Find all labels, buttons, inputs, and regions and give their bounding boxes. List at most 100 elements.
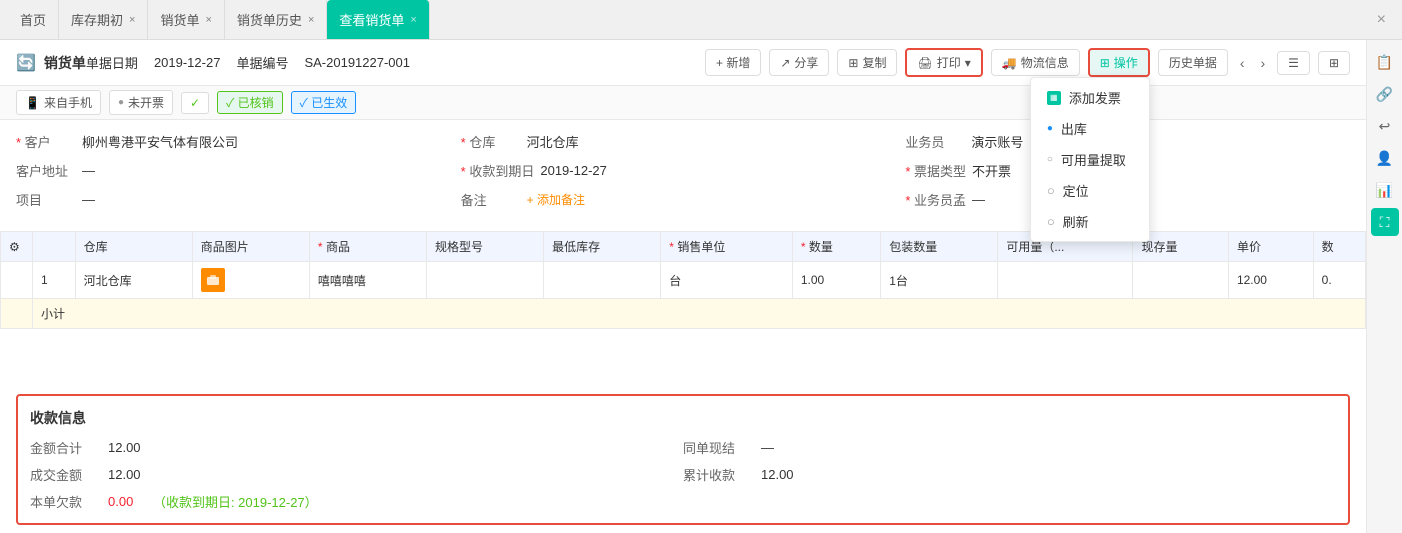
- verified-label: 已核销: [238, 96, 274, 110]
- sub-toolbar: 📱 来自手机 未开票 ✓ ✓ 已核销 ✓ 已生效: [0, 86, 1366, 120]
- dropdown-available-qty[interactable]: ○ 可用量提取: [1031, 144, 1149, 175]
- cell-qty: 1.00: [792, 262, 880, 299]
- sidebar-icon-3[interactable]: ↩: [1371, 112, 1399, 140]
- dropdown-outbound[interactable]: ● 出库: [1031, 113, 1149, 144]
- form-row-1: 客户 柳州粤港平安气体有限公司 仓库 河北仓库 业务员 演示账号: [16, 132, 1350, 151]
- share-icon: ↗: [780, 56, 790, 70]
- tab-inventory-start[interactable]: 库存期初 ×: [59, 0, 148, 39]
- dropdown-locate[interactable]: ○ 定位: [1031, 175, 1149, 206]
- tab-sales-label: 销货单: [160, 10, 199, 29]
- payment-panel: 收款信息 金额合计 12.00 同单现结 — 成交金额 12.00 累计收款 1…: [16, 394, 1350, 525]
- cell-price: 12.00: [1228, 262, 1313, 299]
- sidebar-icon-expand[interactable]: ⛶: [1371, 208, 1399, 236]
- col-unit: 销售单位: [661, 232, 793, 262]
- address-value: —: [82, 163, 95, 178]
- logistics-button[interactable]: 🚚 物流信息: [991, 49, 1080, 76]
- not-opened-label: 未开票: [128, 94, 164, 111]
- deal-amount-value: 12.00: [108, 467, 141, 482]
- tab-history-close[interactable]: ×: [308, 14, 314, 26]
- view-grid-button[interactable]: ⊞: [1318, 51, 1350, 75]
- cell-product-img: [192, 262, 309, 299]
- sidebar-icon-1[interactable]: 📋: [1371, 48, 1399, 76]
- col-seq: [33, 232, 76, 262]
- cell-pack-qty: 1台: [881, 262, 998, 299]
- view-list-button[interactable]: ☰: [1277, 51, 1310, 75]
- cell-settings: [1, 262, 33, 299]
- sidebar-icon-4[interactable]: 👤: [1371, 144, 1399, 172]
- col-pack-qty: 包装数量: [881, 232, 998, 262]
- data-table: ⚙ 仓库 商品图片 商品 规格型号 最低库存 销售单位 数量 包装数量 可用量（…: [0, 231, 1366, 329]
- from-mobile-button[interactable]: 📱 来自手机: [16, 90, 101, 115]
- col-warehouse: 仓库: [75, 232, 192, 262]
- balance-label: 本单欠款: [30, 492, 100, 511]
- print-button[interactable]: 🖨 打印 ▾: [905, 48, 982, 77]
- refresh-icon: ○: [1047, 214, 1055, 229]
- history-label: 历史单据: [1169, 54, 1217, 71]
- amount-value: 12.00: [108, 440, 141, 455]
- subtotal-label: 小计: [33, 299, 1366, 329]
- available-qty-label: 可用量提取: [1061, 150, 1126, 169]
- nav-next-icon[interactable]: ›: [1257, 55, 1270, 71]
- window-close-button[interactable]: ×: [1369, 11, 1394, 29]
- balance-due-note: （收款到期日: 2019-12-27）: [153, 492, 318, 511]
- deal-amount-field: 成交金额 12.00: [30, 465, 683, 484]
- sidebar-icon-2[interactable]: 🔗: [1371, 80, 1399, 108]
- amount-field: 金额合计 12.00: [30, 438, 683, 457]
- cumulative-value: 12.00: [761, 467, 794, 482]
- locate-icon: ○: [1047, 183, 1055, 198]
- right-sidebar: 📋 🔗 ↩ 👤 📊 ⛶: [1366, 40, 1402, 533]
- copy-label: 复制: [862, 54, 886, 71]
- tab-view-label: 查看销货单: [339, 10, 404, 29]
- new-button[interactable]: + 新增: [705, 49, 761, 76]
- share-button[interactable]: ↗ 分享: [769, 49, 829, 76]
- sidebar-icon-5[interactable]: 📊: [1371, 176, 1399, 204]
- doc-header: 🔄 销货单 单据日期 2019-12-27 单据编号 SA-20191227-0…: [0, 40, 1366, 86]
- cell-product: 嘻嘻嘻嘻: [309, 262, 426, 299]
- tab-history-label: 销货单历史: [237, 10, 302, 29]
- main-container: 🔄 销货单 单据日期 2019-12-27 单据编号 SA-20191227-0…: [0, 40, 1402, 533]
- tab-sales-close[interactable]: ×: [205, 14, 211, 26]
- balance-value: 0.00: [108, 494, 133, 509]
- dropdown-add-invoice[interactable]: ▦ 添加发票: [1031, 82, 1149, 113]
- tab-inventory-label: 库存期初: [71, 10, 123, 29]
- table-row: 1 河北仓库 嘻嘻嘻嘻: [1, 262, 1366, 299]
- not-opened-button[interactable]: 未开票: [109, 90, 173, 115]
- effective-icon: ✓: [300, 96, 308, 110]
- history-button[interactable]: 历史单据: [1158, 49, 1228, 76]
- balance-field: 本单欠款 0.00 （收款到期日: 2019-12-27）: [30, 492, 1336, 511]
- tab-view-sales[interactable]: 查看销货单 ×: [327, 0, 429, 39]
- copy-button[interactable]: ⊞ 复制: [837, 49, 897, 76]
- form-row-3: 项目 — 备注 + 添加备注 业务员孟 —: [16, 190, 1350, 209]
- table-container: ⚙ 仓库 商品图片 商品 规格型号 最低库存 销售单位 数量 包装数量 可用量（…: [0, 231, 1366, 386]
- check-icon-button[interactable]: ✓: [181, 92, 209, 114]
- dropdown-refresh[interactable]: ○ 刷新: [1031, 206, 1149, 237]
- toolbar-right: + 新增 ↗ 分享 ⊞ 复制 🖨 打印 ▾ 🚚 物流信息: [705, 48, 1350, 77]
- project-label: 项目: [16, 190, 76, 209]
- cell-warehouse: 河北仓库: [75, 262, 192, 299]
- ticket-type-label: 票据类型: [905, 161, 966, 180]
- nav-prev-icon[interactable]: ‹: [1236, 55, 1249, 71]
- operations-button[interactable]: ⊞ 操作: [1088, 48, 1150, 77]
- subtotal-settings: [1, 299, 33, 329]
- logistics-icon: 🚚: [1002, 56, 1017, 70]
- tab-home[interactable]: 首页: [8, 0, 59, 39]
- tab-sales-order[interactable]: 销货单 ×: [148, 0, 224, 39]
- add-invoice-label: 添加发票: [1069, 88, 1121, 107]
- tab-sales-history[interactable]: 销货单历史 ×: [225, 0, 327, 39]
- cell-amount: 0.: [1313, 262, 1365, 299]
- tab-view-close[interactable]: ×: [410, 14, 416, 26]
- col-spec: 规格型号: [427, 232, 544, 262]
- verified-tag: ✓ 已核销: [217, 91, 283, 114]
- col-settings[interactable]: ⚙: [1, 232, 33, 262]
- date-label: 单据日期: [86, 53, 138, 72]
- note-add-button[interactable]: + 添加备注: [527, 191, 585, 208]
- product-image: [201, 268, 225, 292]
- note-label: 备注: [461, 190, 521, 209]
- cell-unit: 台: [661, 262, 793, 299]
- same-order-label: 同单现结: [683, 438, 753, 457]
- print-label: 打印: [937, 54, 961, 71]
- tab-inventory-close[interactable]: ×: [129, 14, 135, 26]
- salesperson-value: 演示账号: [971, 132, 1023, 151]
- logistics-label: 物流信息: [1021, 54, 1069, 71]
- customer-field: 客户 柳州粤港平安气体有限公司: [16, 132, 461, 151]
